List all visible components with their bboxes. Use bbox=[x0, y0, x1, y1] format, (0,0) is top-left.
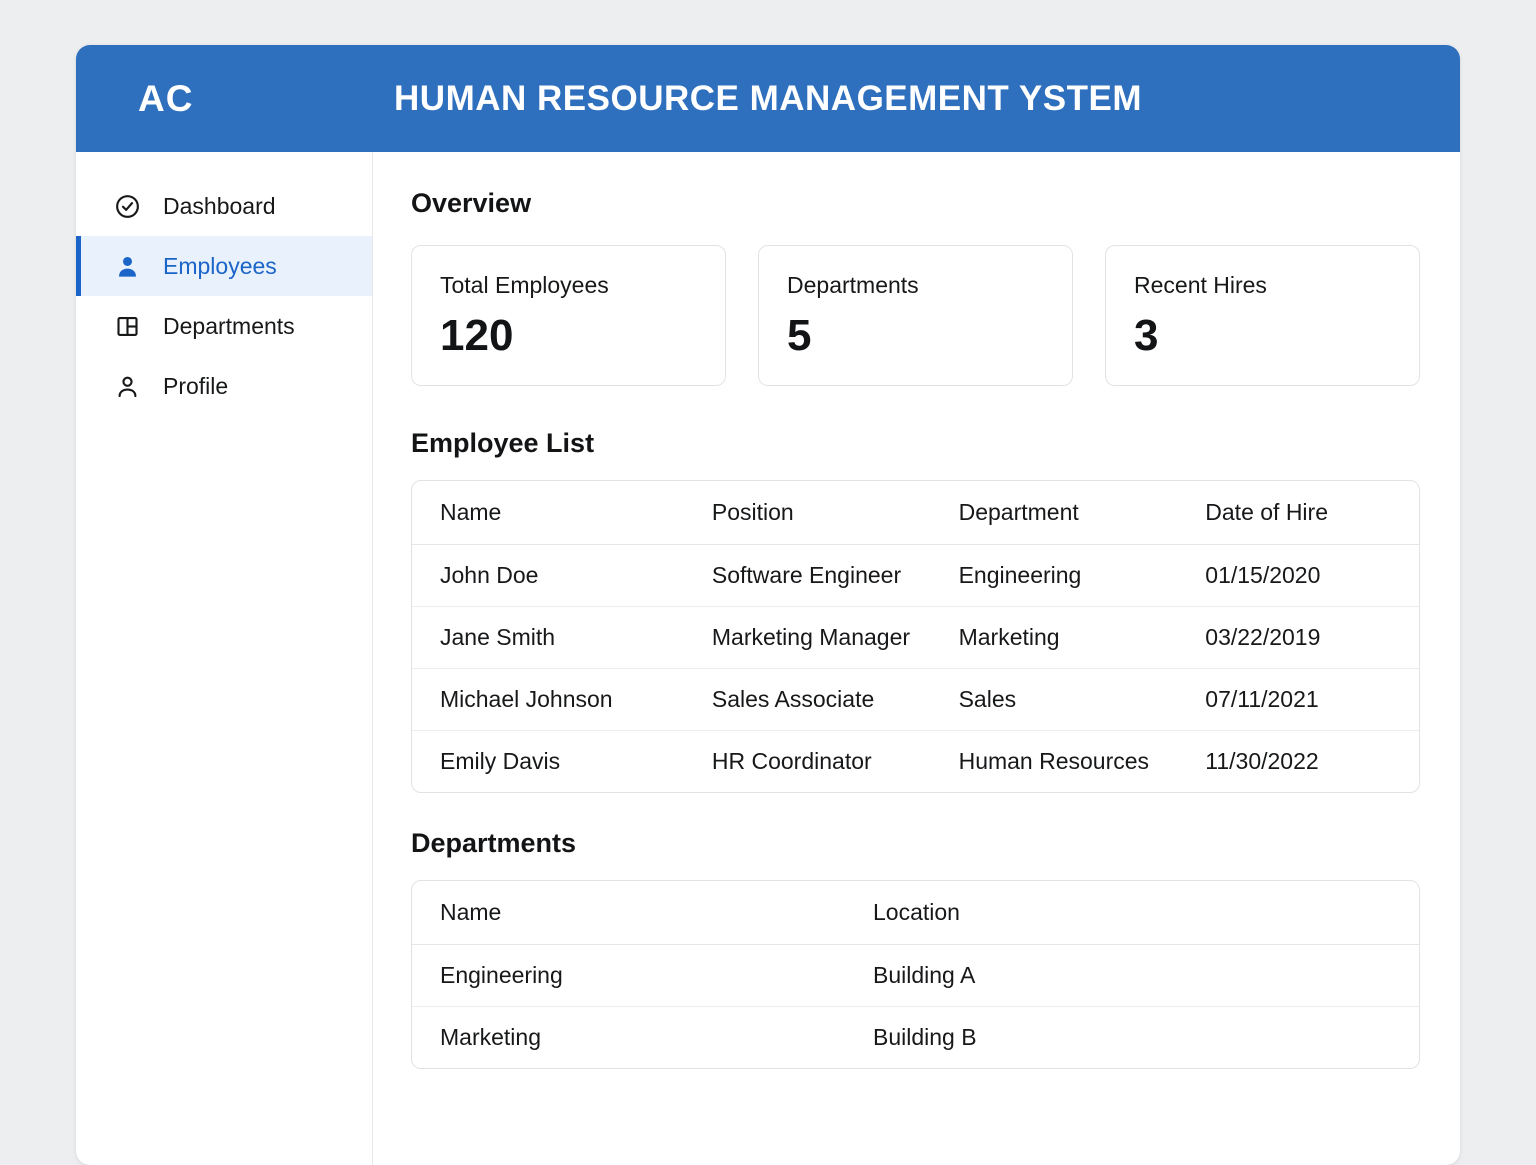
sidebar-item-label: Departments bbox=[163, 312, 295, 339]
cell-name: Marketing bbox=[440, 1024, 541, 1050]
cell-position: Sales Associate bbox=[683, 669, 931, 731]
column-header-date-of-hire: Date of Hire bbox=[1177, 481, 1419, 545]
column-header-position: Position bbox=[683, 481, 931, 545]
column-header-location: Location bbox=[845, 881, 1419, 945]
cell-date-of-hire: 11/30/2022 bbox=[1205, 748, 1319, 774]
cell-location: Building B bbox=[873, 1024, 977, 1050]
app-header: AC HUMAN RESOURCE MANAGEMENT YSTEM bbox=[76, 45, 1460, 152]
stat-card-recent-hires: Recent Hires 3 bbox=[1105, 245, 1420, 386]
cell-name: Emily Davis bbox=[440, 748, 561, 774]
sidebar-item-dashboard[interactable]: Dashboard bbox=[76, 176, 372, 236]
hrms-window: AC HUMAN RESOURCE MANAGEMENT YSTEM Dashb… bbox=[76, 45, 1460, 1165]
window-body: Dashboard Employees Departments Profile bbox=[76, 152, 1460, 1165]
employee-table: Name Position Department Date of Hire Jo… bbox=[411, 480, 1420, 793]
cell-location: Building A bbox=[845, 945, 1419, 1007]
table-row: Engineering Building A bbox=[412, 945, 1419, 1007]
person-icon bbox=[114, 253, 141, 280]
table-row: John Doe Software Engineer Engineering 0… bbox=[412, 545, 1419, 607]
departments-table: Name Location Engineering Building A Mar… bbox=[411, 880, 1420, 1069]
stat-value: 5 bbox=[787, 311, 812, 360]
column-header-name: Name bbox=[412, 881, 845, 945]
column-header-department: Department bbox=[930, 481, 1178, 545]
sidebar: Dashboard Employees Departments Profile bbox=[76, 152, 373, 1165]
sidebar-item-profile[interactable]: Profile bbox=[76, 356, 372, 416]
employee-table-header: Name Position Department Date of Hire bbox=[412, 481, 1419, 545]
stat-value: 3 bbox=[1134, 311, 1159, 360]
departments-table-header: Name Location bbox=[412, 881, 1419, 945]
overview-title: Overview bbox=[411, 188, 532, 218]
cell-position: HR Coordinator bbox=[711, 748, 872, 774]
cell-position: Software Engineer bbox=[683, 545, 931, 607]
cell-department: Marketing bbox=[930, 607, 1178, 669]
cell-date-of-hire: 01/15/2020 bbox=[1177, 545, 1419, 607]
table-row: Emily Davis HR Coordinator Human Resourc… bbox=[412, 731, 1419, 792]
cell-name: Michael Johnson bbox=[412, 669, 684, 731]
main-content: Overview Total Employees 120 Departments… bbox=[373, 152, 1460, 1165]
check-circle-icon bbox=[114, 193, 141, 220]
sidebar-item-label: Dashboard bbox=[163, 192, 276, 219]
cell-date-of-hire: 07/11/2021 bbox=[1177, 669, 1419, 731]
stat-value: 120 bbox=[440, 311, 514, 360]
stat-label: Recent Hires bbox=[1134, 272, 1267, 298]
sidebar-item-employees[interactable]: Employees bbox=[76, 236, 372, 296]
app-title: HUMAN RESOURCE MANAGEMENT YSTEM bbox=[394, 78, 1142, 118]
sidebar-item-label: Profile bbox=[163, 372, 229, 399]
grid-icon bbox=[114, 313, 141, 340]
cell-department: Human Resources bbox=[958, 748, 1150, 774]
cell-department: Sales bbox=[930, 669, 1178, 731]
column-header-name: Name bbox=[412, 481, 684, 545]
employee-list-title: Employee List bbox=[411, 428, 595, 458]
cell-name: Jane Smith bbox=[412, 607, 684, 669]
cell-name: John Doe bbox=[412, 545, 684, 607]
cell-department: Engineering bbox=[930, 545, 1178, 607]
cell-name: Engineering bbox=[412, 945, 845, 1007]
table-row: Marketing Building B bbox=[412, 1007, 1419, 1068]
table-row: Jane Smith Marketing Manager Marketing 0… bbox=[412, 607, 1419, 669]
sidebar-item-departments[interactable]: Departments bbox=[76, 296, 372, 356]
cell-position: Marketing Manager bbox=[683, 607, 931, 669]
cell-date-of-hire: 03/22/2019 bbox=[1177, 607, 1419, 669]
sidebar-item-label: Employees bbox=[163, 252, 277, 279]
table-row: Michael Johnson Sales Associate Sales 07… bbox=[412, 669, 1419, 731]
app-logo: AC bbox=[138, 77, 194, 119]
stat-card-total-employees: Total Employees 120 bbox=[411, 245, 726, 386]
departments-title: Departments bbox=[411, 828, 577, 858]
overview-cards: Total Employees 120 Departments 5 Recent… bbox=[411, 245, 1420, 386]
stat-label: Departments bbox=[787, 272, 919, 298]
stat-label: Total Employees bbox=[440, 272, 609, 298]
stat-card-departments: Departments 5 bbox=[758, 245, 1073, 386]
person-outline-icon bbox=[114, 373, 141, 400]
